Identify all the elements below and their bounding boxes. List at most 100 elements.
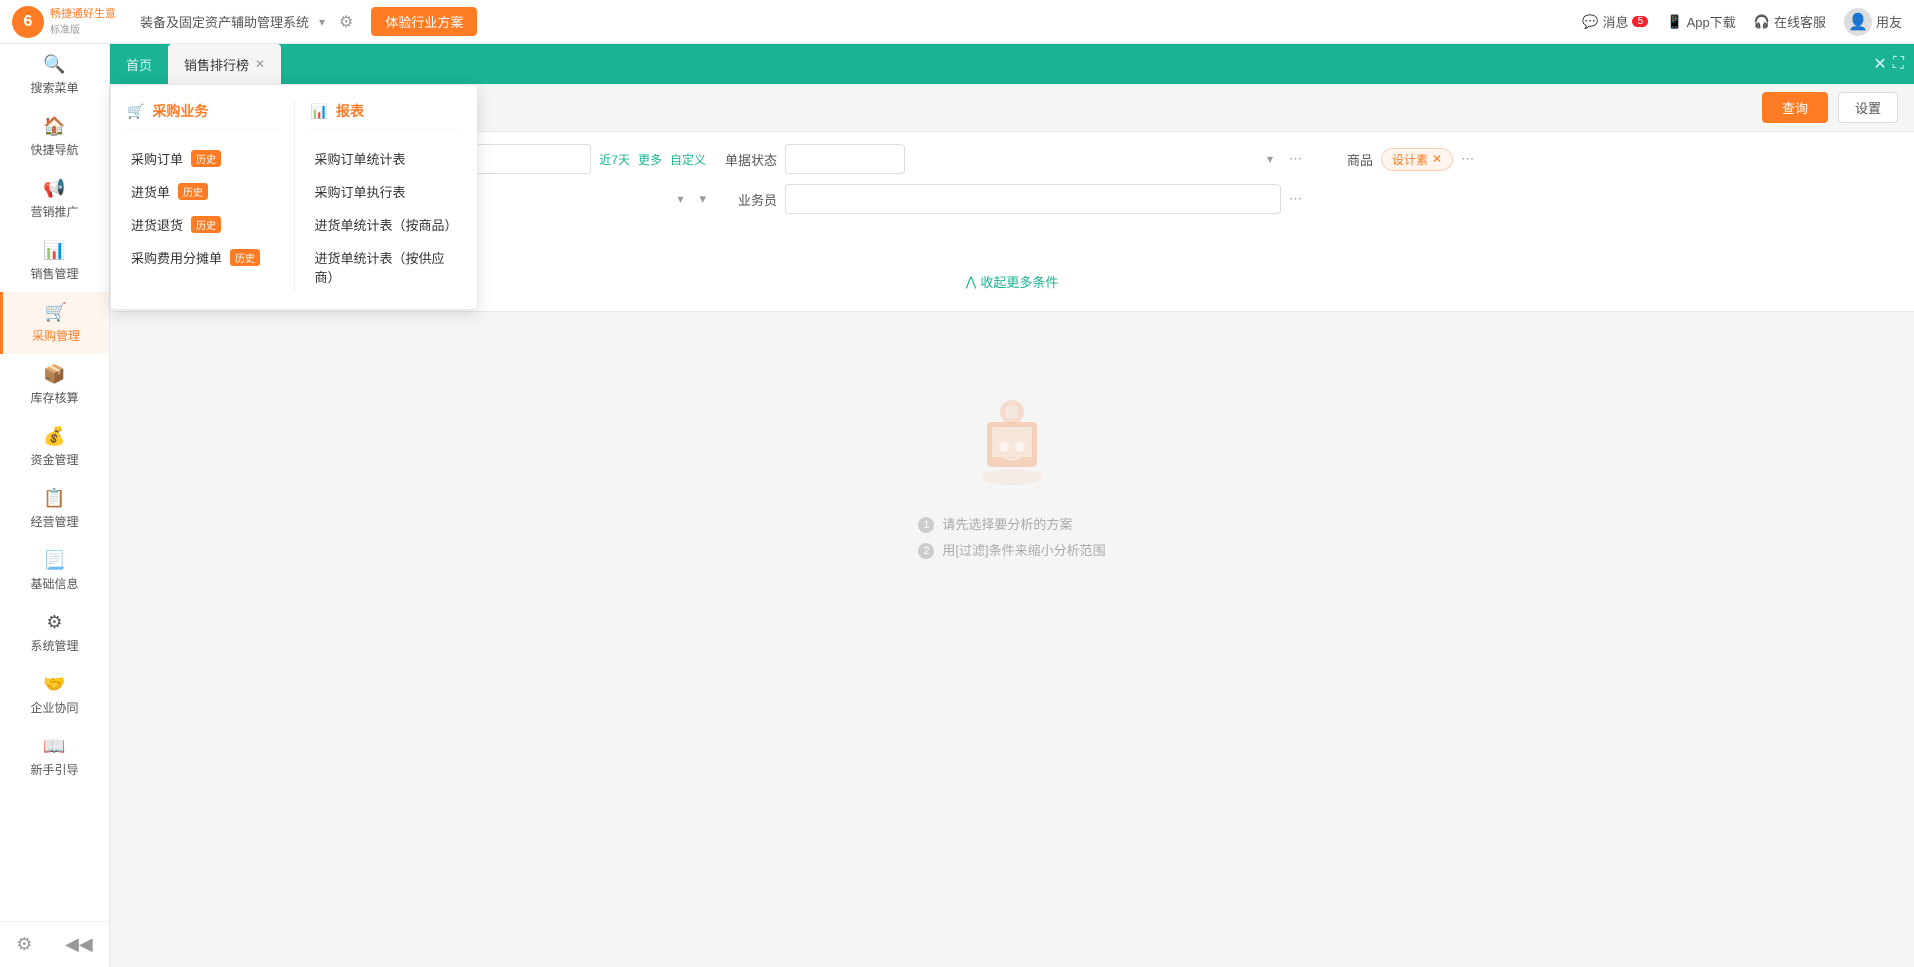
sidebar-item-system[interactable]: ⚙ 系统管理: [0, 602, 109, 664]
purchase-col-icon: 🛒: [127, 103, 144, 120]
dropdown-item-incoming-stats-goods[interactable]: 进货单统计表（按商品）: [311, 208, 462, 241]
sidebar: 🔍 搜索菜单 🏠 快捷导航 📢 营销推广 📊 销售管理 🛒 采购管理 📦 库存核…: [0, 44, 110, 967]
finance-icon: 💰: [43, 426, 65, 447]
close-window-icon[interactable]: ✕: [1873, 54, 1886, 74]
home-icon: 🏠: [43, 116, 65, 137]
order-status-select-wrap: [785, 144, 1281, 174]
empty-state: 1 请先选择要分析的方案 2 用[过滤]条件来缩小分析范围: [110, 312, 1914, 644]
sidebar-item-cooperation[interactable]: 🤝 企业协同: [0, 664, 109, 726]
salesperson-label: 业务员: [722, 190, 777, 209]
date-custom-btn[interactable]: 自定义: [670, 151, 706, 168]
sidebar-item-operations[interactable]: 📋 经营管理: [0, 478, 109, 540]
query-btn[interactable]: 查询: [1762, 92, 1828, 123]
sidebar-collapse-btn[interactable]: ◀◀: [57, 930, 101, 959]
system-icon: ⚙: [46, 612, 62, 633]
empty-illustration: [962, 392, 1062, 492]
marketing-icon: 📢: [43, 178, 65, 199]
tab-sales-rank[interactable]: 销售排行榜 ✕: [168, 44, 281, 84]
gear-icon[interactable]: ⚙: [339, 12, 353, 32]
dropdown-item-incoming[interactable]: 进货单 历史: [127, 175, 278, 208]
report-col: 📊 报表 采购订单统计表 采购订单执行表 进货单统计表（按商品） 进货单统计表（…: [294, 101, 478, 293]
report-col-icon: 📊: [311, 103, 328, 120]
order-status-label: 单据状态: [722, 150, 777, 169]
rank-dropdown-icon[interactable]: ▾: [699, 191, 706, 207]
operations-icon: 📋: [43, 488, 65, 509]
filter-salesperson: 业务员 ⋯: [722, 184, 1302, 214]
inventory-icon: 📦: [43, 364, 65, 385]
logo-text: 畅捷通好生意: [50, 7, 116, 21]
goods-more-icon[interactable]: ⋯: [1461, 151, 1474, 167]
message-icon: 💬: [1582, 14, 1598, 30]
empty-tip-2: 2 用[过滤]条件来缩小分析范围: [918, 538, 1105, 564]
base-info-icon: 📃: [43, 550, 65, 571]
date-7days-btn[interactable]: 近7天: [599, 151, 630, 168]
filter-order-status: 单据状态 ⋯: [722, 144, 1302, 174]
history-badge-2: 历史: [178, 183, 208, 200]
history-badge-3: 历史: [191, 216, 221, 233]
sidebar-item-base-info[interactable]: 📃 基础信息: [0, 540, 109, 602]
dropdown-item-order-stats[interactable]: 采购订单统计表: [311, 142, 462, 175]
dropdown-item-order-exec[interactable]: 采购订单执行表: [311, 175, 462, 208]
logo-area: 6 畅捷通好生意 标准版: [12, 6, 122, 38]
date-more-btn[interactable]: 更多: [638, 151, 662, 168]
salesperson-more-icon[interactable]: ⋯: [1289, 191, 1302, 207]
dropdown-item-purchase-order[interactable]: 采购订单 历史: [127, 142, 278, 175]
purchase-icon: 🛒: [45, 302, 67, 323]
logo-badge: 标准版: [50, 21, 116, 36]
goods-tag[interactable]: 设计素 ✕: [1381, 148, 1453, 171]
order-status-more-icon[interactable]: ⋯: [1289, 151, 1302, 167]
dropdown-item-incoming-stats-supplier[interactable]: 进货单统计表（按供应商）: [311, 241, 462, 293]
toolbar-right: 查询 设置: [1762, 92, 1898, 123]
settings-btn[interactable]: 设置: [1838, 92, 1898, 123]
sidebar-item-finance[interactable]: 💰 资金管理: [0, 416, 109, 478]
empty-tip-1: 1 请先选择要分析的方案: [918, 512, 1105, 538]
industry-btn[interactable]: 体验行业方案: [371, 7, 477, 36]
sidebar-item-search[interactable]: 🔍 搜索菜单: [0, 44, 109, 106]
purchase-col-header: 🛒 采购业务: [127, 101, 278, 130]
topbar-right: 💬 消息 5 📱 App下载 🎧 在线客服 👤 用友: [1582, 8, 1902, 36]
dropdown-menu: 🛒 采购业务 采购订单 历史 进货单 历史 进货退货 历史 采购费用分摊单 历史…: [110, 84, 478, 310]
dropdown-item-return[interactable]: 进货退货 历史: [127, 208, 278, 241]
salesperson-input[interactable]: [785, 184, 1281, 214]
avatar: 👤: [1844, 8, 1872, 36]
sidebar-item-quick-nav[interactable]: 🏠 快捷导航: [0, 106, 109, 168]
sidebar-bottom: ⚙ ◀◀: [0, 921, 109, 967]
dropdown-arrow-icon[interactable]: ▾: [319, 15, 325, 29]
system-name: 装备及固定资产辅助管理系统: [140, 12, 309, 31]
purchase-col: 🛒 采购业务 采购订单 历史 进货单 历史 进货退货 历史 采购费用分摊单 历史: [111, 101, 294, 293]
topbar: 6 畅捷通好生意 标准版 装备及固定资产辅助管理系统 ▾ ⚙ 体验行业方案 💬 …: [0, 0, 1914, 44]
user-menu-btn[interactable]: 👤 用友: [1844, 8, 1902, 36]
report-col-header: 📊 报表: [311, 101, 462, 130]
sidebar-item-sales[interactable]: 📊 销售管理: [0, 230, 109, 292]
tab-home[interactable]: 首页: [110, 44, 168, 84]
app-download-btn[interactable]: 📱 App下载: [1666, 12, 1735, 31]
cooperation-icon: 🤝: [43, 674, 65, 695]
history-badge: 历史: [191, 150, 221, 167]
search-icon: 🔍: [43, 54, 65, 75]
sidebar-item-inventory[interactable]: 📦 库存核算: [0, 354, 109, 416]
sidebar-item-guide[interactable]: 📖 新手引导: [0, 726, 109, 788]
messages-btn[interactable]: 💬 消息 5: [1582, 12, 1648, 31]
collapse-up-icon: ⋀: [966, 274, 977, 290]
goods-tag-close[interactable]: ✕: [1432, 152, 1442, 166]
sales-icon: 📊: [43, 240, 65, 261]
guide-icon: 📖: [43, 736, 65, 757]
history-badge-4: 历史: [230, 249, 260, 266]
dropdown-item-expense[interactable]: 采购费用分摊单 历史: [127, 241, 278, 274]
sidebar-item-purchase[interactable]: 🛒 采购管理: [0, 292, 109, 354]
logo-icon: 6: [12, 6, 44, 38]
online-service-btn[interactable]: 🎧 在线客服: [1754, 12, 1826, 31]
sidebar-item-marketing[interactable]: 📢 营销推广: [0, 168, 109, 230]
headset-icon: 🎧: [1754, 14, 1770, 30]
expand-window-icon[interactable]: ⛶: [1893, 55, 1904, 73]
tabbar: 首页 销售排行榜 ✕ ✕ ⛶: [110, 44, 1914, 84]
sidebar-settings-btn[interactable]: ⚙: [8, 930, 40, 959]
goods-label: 商品: [1318, 150, 1373, 169]
tab-close-btn[interactable]: ✕: [255, 57, 265, 71]
filter-goods: 商品 设计素 ✕ ⋯: [1318, 148, 1898, 171]
empty-tips: 1 请先选择要分析的方案 2 用[过滤]条件来缩小分析范围: [918, 512, 1105, 564]
message-badge: 5: [1632, 16, 1648, 27]
tab-actions: ✕ ⛶: [1873, 54, 1914, 74]
phone-icon: 📱: [1666, 14, 1682, 30]
order-status-select[interactable]: [785, 144, 905, 174]
